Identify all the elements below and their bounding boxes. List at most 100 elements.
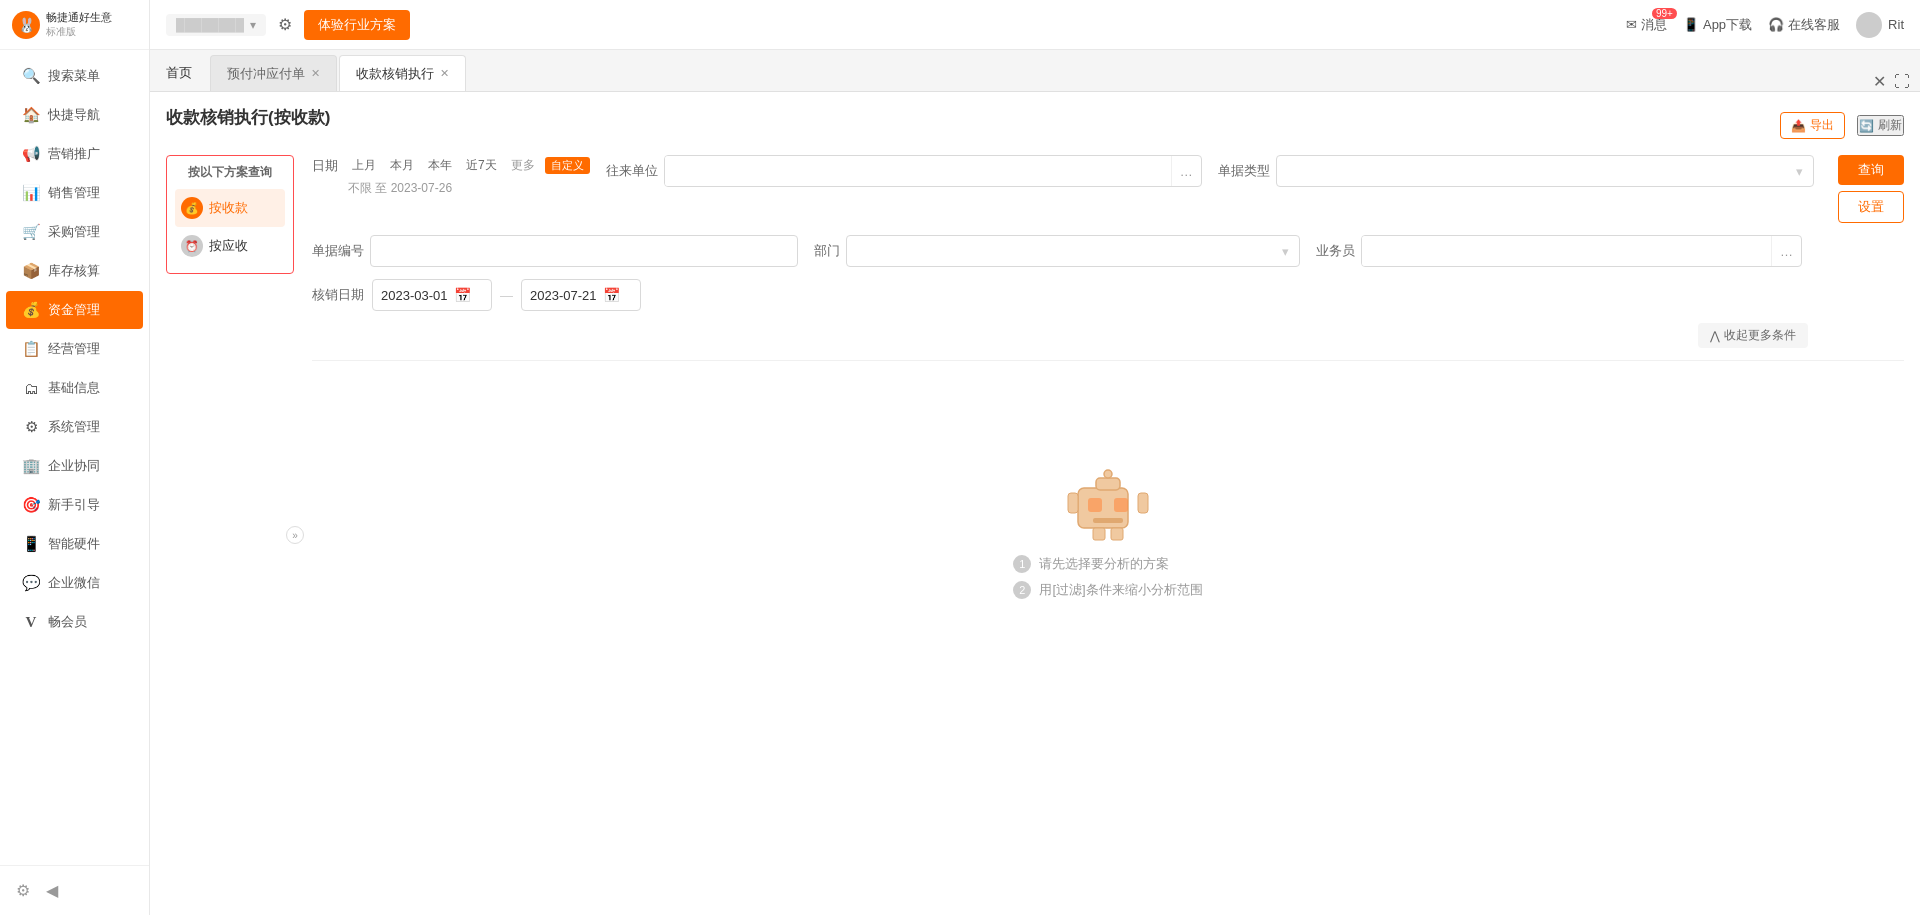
from-unit-input-wrapper: …	[664, 155, 1202, 187]
tabs-actions: ✕ ⛶	[1873, 72, 1920, 91]
svg-rect-5	[1138, 493, 1148, 513]
date-field-group: 日期 上月 本月 本年 近7天 更多 自定义 不限 至 2023-07-26	[312, 155, 590, 197]
verify-date-start-value: 2023-03-01	[381, 288, 448, 303]
user-profile[interactable]: Rit	[1856, 12, 1904, 38]
staff-input[interactable]	[1362, 236, 1771, 266]
marketing-icon: 📢	[22, 145, 40, 163]
logo-edition: 标准版	[46, 25, 112, 39]
tab-prepay[interactable]: 预付冲应付单 ✕	[210, 55, 337, 91]
receipt-no-field: 单据编号	[312, 235, 798, 267]
message-icon: ✉	[1626, 17, 1637, 32]
svg-rect-7	[1111, 528, 1123, 540]
receivable-option-label: 按应收	[209, 237, 248, 255]
collapse-sidebar-icon[interactable]: ◀	[46, 881, 58, 900]
sidebar-item-smarthw[interactable]: 📱 智能硬件	[6, 525, 143, 563]
sidebar-label-smarthw: 智能硬件	[48, 535, 100, 553]
receipt-type-select[interactable]: ▾	[1276, 155, 1814, 187]
inventory-icon: 📦	[22, 262, 40, 280]
sidebar-label-finance: 资金管理	[48, 301, 100, 319]
empty-illustration	[1058, 463, 1158, 543]
sidebar-item-inventory[interactable]: 📦 库存核算	[6, 252, 143, 290]
sidebar-item-beginner[interactable]: 🎯 新手引导	[6, 486, 143, 524]
settings-bottom-icon[interactable]: ⚙	[16, 881, 30, 900]
message-badge[interactable]: ✉ 消息 99+	[1626, 16, 1667, 34]
sidebar-item-search-menu[interactable]: 🔍 搜索菜单	[6, 57, 143, 95]
sidebar-item-operations[interactable]: 📋 经营管理	[6, 330, 143, 368]
sidebar-item-sales[interactable]: 📊 销售管理	[6, 174, 143, 212]
query-option-receipt[interactable]: 💰 按收款	[175, 189, 285, 227]
empty-tips: 1 请先选择要分析的方案 2 用[过滤]条件来缩小分析范围	[1013, 555, 1202, 599]
tab-home-label: 首页	[166, 64, 192, 82]
query-action-buttons: 查询 设置	[1838, 155, 1904, 223]
sidebar-item-system[interactable]: ⚙ 系统管理	[6, 408, 143, 446]
sidebar-label-beginner: 新手引导	[48, 496, 100, 514]
dropdown-icon[interactable]: ▾	[250, 18, 256, 32]
brand-text: ████████	[176, 18, 244, 32]
date-shortcuts: 上月 本月 本年 近7天 更多 自定义	[348, 155, 590, 176]
tab-receipt-verify[interactable]: 收款核销执行 ✕	[339, 55, 466, 91]
headset-icon: 🎧	[1768, 17, 1784, 32]
sidebar-label-operations: 经营管理	[48, 340, 100, 358]
sidebar-item-vip[interactable]: V 畅会员	[6, 603, 143, 641]
sidebar-item-enterprise[interactable]: 🏢 企业协同	[6, 447, 143, 485]
page-header-actions: 📤 导出 🔄 刷新	[1780, 112, 1904, 139]
collapse-row: ⋀ 收起更多条件	[312, 323, 1904, 348]
topbar-right: ✉ 消息 99+ 📱 App下载 🎧 在线客服 Rit	[1626, 12, 1904, 38]
verify-date-start-picker[interactable]: 2023-03-01 📅	[372, 279, 492, 311]
refresh-button[interactable]: 🔄 刷新	[1857, 115, 1904, 136]
from-unit-dots-icon[interactable]: …	[1171, 156, 1201, 186]
collapse-more-button[interactable]: ⋀ 收起更多条件	[1698, 323, 1808, 348]
receipt-option-label: 按收款	[209, 199, 248, 217]
chevron-up-icon: ⋀	[1710, 329, 1720, 343]
svg-rect-4	[1068, 493, 1078, 513]
tab-receipt-close-icon[interactable]: ✕	[440, 67, 449, 80]
empty-tip-1: 1 请先选择要分析的方案	[1013, 555, 1202, 573]
shortcut-this-year[interactable]: 本年	[424, 155, 456, 176]
receipt-type-field: 单据类型 ▾	[1218, 155, 1814, 187]
shortcut-this-month[interactable]: 本月	[386, 155, 418, 176]
query-option-receivable[interactable]: ⏰ 按应收	[175, 227, 285, 265]
shortcut-more[interactable]: 更多	[507, 155, 539, 176]
sidebar-item-purchase[interactable]: 🛒 采购管理	[6, 213, 143, 251]
tab-close-window-icon[interactable]: ✕	[1873, 72, 1886, 91]
logo-text-group: 畅捷通好生意 标准版	[46, 10, 112, 38]
staff-dots-icon[interactable]: …	[1771, 236, 1801, 266]
app-download-link[interactable]: 📱 App下载	[1683, 16, 1752, 34]
shortcut-last-month[interactable]: 上月	[348, 155, 380, 176]
industry-solution-button[interactable]: 体验行业方案	[304, 10, 410, 40]
settings-gear-icon[interactable]: ⚙	[278, 15, 292, 34]
from-unit-input[interactable]	[665, 156, 1171, 186]
logo-icon: 🐰	[12, 11, 40, 39]
shortcut-7days[interactable]: 近7天	[462, 155, 501, 176]
body-area: 按以下方案查询 💰 按收款 ⏰ 按应收 »	[150, 145, 1920, 915]
vip-icon: V	[22, 614, 40, 631]
system-icon: ⚙	[22, 418, 40, 436]
sidebar-item-wechat[interactable]: 💬 企业微信	[6, 564, 143, 602]
department-select[interactable]: ▾	[846, 235, 1300, 267]
tab-home[interactable]: 首页	[150, 55, 208, 91]
online-service-link[interactable]: 🎧 在线客服	[1768, 16, 1840, 34]
export-button[interactable]: 📤 导出	[1780, 112, 1845, 139]
query-button[interactable]: 查询	[1838, 155, 1904, 185]
sidebar-item-marketing[interactable]: 📢 营销推广	[6, 135, 143, 173]
svg-rect-1	[1088, 498, 1102, 512]
sidebar-item-finance[interactable]: 💰 资金管理	[6, 291, 143, 329]
date-custom-tag[interactable]: 自定义	[545, 157, 590, 174]
sidebar-label-marketing: 营销推广	[48, 145, 100, 163]
receipt-option-icon: 💰	[181, 197, 203, 219]
receipt-no-input[interactable]	[370, 235, 798, 267]
sidebar-item-baseinfo[interactable]: 🗂 基础信息	[6, 369, 143, 407]
collapse-query-panel-icon[interactable]: »	[286, 526, 304, 544]
sales-icon: 📊	[22, 184, 40, 202]
wechat-icon: 💬	[22, 574, 40, 592]
setting-button[interactable]: 设置	[1838, 191, 1904, 223]
svg-rect-6	[1093, 528, 1105, 540]
avatar	[1856, 12, 1882, 38]
query-panel-title: 按以下方案查询	[175, 164, 285, 181]
receivable-option-icon: ⏰	[181, 235, 203, 257]
tab-expand-icon[interactable]: ⛶	[1894, 73, 1910, 91]
verify-date-end-picker[interactable]: 2023-07-21 📅	[521, 279, 641, 311]
date-hint: 不限 至 2023-07-26	[312, 180, 590, 197]
sidebar-item-quick-nav[interactable]: 🏠 快捷导航	[6, 96, 143, 134]
tab-prepay-close-icon[interactable]: ✕	[311, 67, 320, 80]
